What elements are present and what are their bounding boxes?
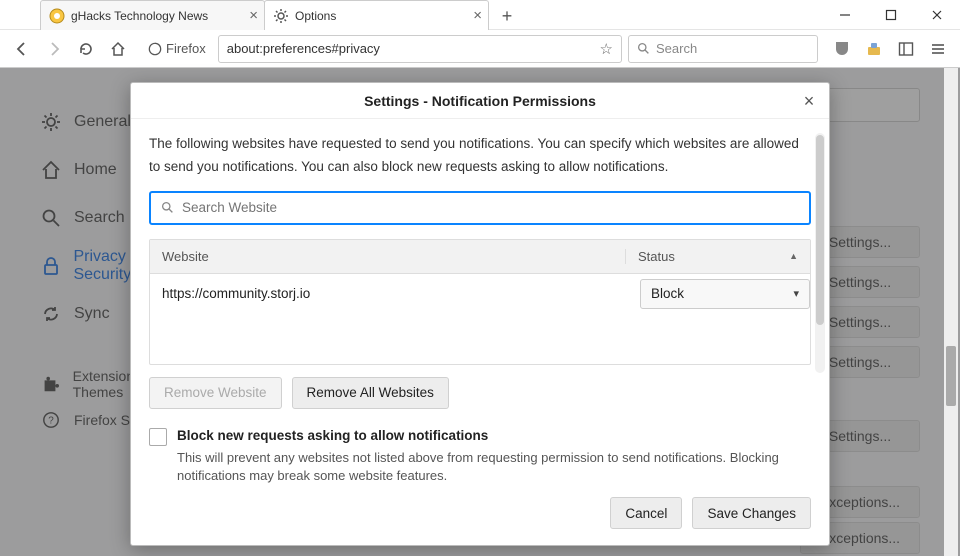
chevron-down-icon: ▾ bbox=[793, 287, 799, 300]
favicon-ghacks bbox=[49, 8, 65, 24]
window-close-button[interactable] bbox=[914, 0, 960, 30]
row-site: https://community.storj.io bbox=[150, 286, 632, 301]
url-text: about:preferences#privacy bbox=[227, 41, 380, 56]
new-tab-button[interactable]: + bbox=[492, 2, 522, 30]
dialog-header: Settings - Notification Permissions × bbox=[131, 83, 829, 119]
remove-all-websites-button[interactable]: Remove All Websites bbox=[292, 377, 449, 409]
table-row[interactable]: https://community.storj.io Block ▾ bbox=[150, 274, 810, 314]
window-controls bbox=[822, 0, 960, 30]
identity-label: Firefox bbox=[166, 41, 206, 56]
close-icon[interactable]: × bbox=[249, 7, 258, 24]
search-website-input[interactable] bbox=[182, 200, 799, 215]
maximize-button[interactable] bbox=[868, 0, 914, 30]
tab-options[interactable]: Options × bbox=[264, 0, 489, 30]
block-new-label: Block new requests asking to allow notif… bbox=[177, 427, 811, 446]
block-new-checkbox[interactable] bbox=[149, 428, 167, 446]
block-new-description: This will prevent any websites not liste… bbox=[177, 449, 811, 485]
sidebar-icon[interactable] bbox=[892, 35, 920, 63]
search-icon bbox=[637, 42, 650, 55]
window-titlebar: gHacks Technology News × Options × + bbox=[0, 0, 960, 30]
extension-icon[interactable] bbox=[860, 35, 888, 63]
permissions-table: Website Status ▲ https://community.storj… bbox=[149, 239, 811, 365]
reload-button[interactable] bbox=[72, 35, 100, 63]
dialog-title: Settings - Notification Permissions bbox=[364, 93, 596, 109]
table-header: Website Status ▲ bbox=[150, 240, 810, 274]
menu-icon[interactable] bbox=[924, 35, 952, 63]
nav-toolbar: Firefox about:preferences#privacy ☆ Sear… bbox=[0, 30, 960, 68]
firefox-icon bbox=[148, 42, 162, 56]
search-website-field[interactable] bbox=[149, 191, 811, 225]
search-icon bbox=[161, 201, 174, 214]
forward-button[interactable] bbox=[40, 35, 68, 63]
dialog-scrollbar[interactable] bbox=[815, 133, 825, 373]
remove-website-button[interactable]: Remove Website bbox=[149, 377, 282, 409]
status-value: Block bbox=[651, 286, 684, 301]
scrollbar[interactable] bbox=[944, 68, 958, 556]
tab-label: gHacks Technology News bbox=[71, 9, 208, 23]
tab-label: Options bbox=[295, 9, 336, 23]
column-website[interactable]: Website bbox=[150, 249, 625, 264]
minimize-button[interactable] bbox=[822, 0, 868, 30]
ublock-icon[interactable] bbox=[828, 35, 856, 63]
scrollbar-thumb[interactable] bbox=[946, 346, 956, 406]
identity-box[interactable]: Firefox bbox=[142, 41, 212, 56]
status-select[interactable]: Block ▾ bbox=[640, 279, 810, 309]
search-bar[interactable]: Search bbox=[628, 35, 818, 63]
url-bar[interactable]: about:preferences#privacy ☆ bbox=[218, 35, 622, 63]
home-button[interactable] bbox=[104, 35, 132, 63]
save-changes-button[interactable]: Save Changes bbox=[692, 497, 811, 529]
block-new-requests-row: Block new requests asking to allow notif… bbox=[149, 427, 811, 485]
dialog-description: The following websites have requested to… bbox=[149, 133, 811, 179]
column-status[interactable]: Status ▲ bbox=[625, 249, 810, 264]
search-placeholder: Search bbox=[656, 41, 697, 56]
close-icon[interactable]: × bbox=[799, 91, 819, 111]
tab-ghacks[interactable]: gHacks Technology News × bbox=[40, 0, 265, 30]
close-icon[interactable]: × bbox=[473, 7, 482, 24]
tab-strip: gHacks Technology News × Options × + bbox=[40, 0, 522, 30]
scrollbar-thumb[interactable] bbox=[816, 135, 824, 325]
back-button[interactable] bbox=[8, 35, 36, 63]
gear-icon bbox=[273, 8, 289, 24]
sort-asc-icon: ▲ bbox=[789, 251, 798, 261]
bookmark-star-icon[interactable]: ☆ bbox=[600, 40, 613, 58]
notification-permissions-dialog: Settings - Notification Permissions × Th… bbox=[130, 82, 830, 546]
cancel-button[interactable]: Cancel bbox=[610, 497, 682, 529]
